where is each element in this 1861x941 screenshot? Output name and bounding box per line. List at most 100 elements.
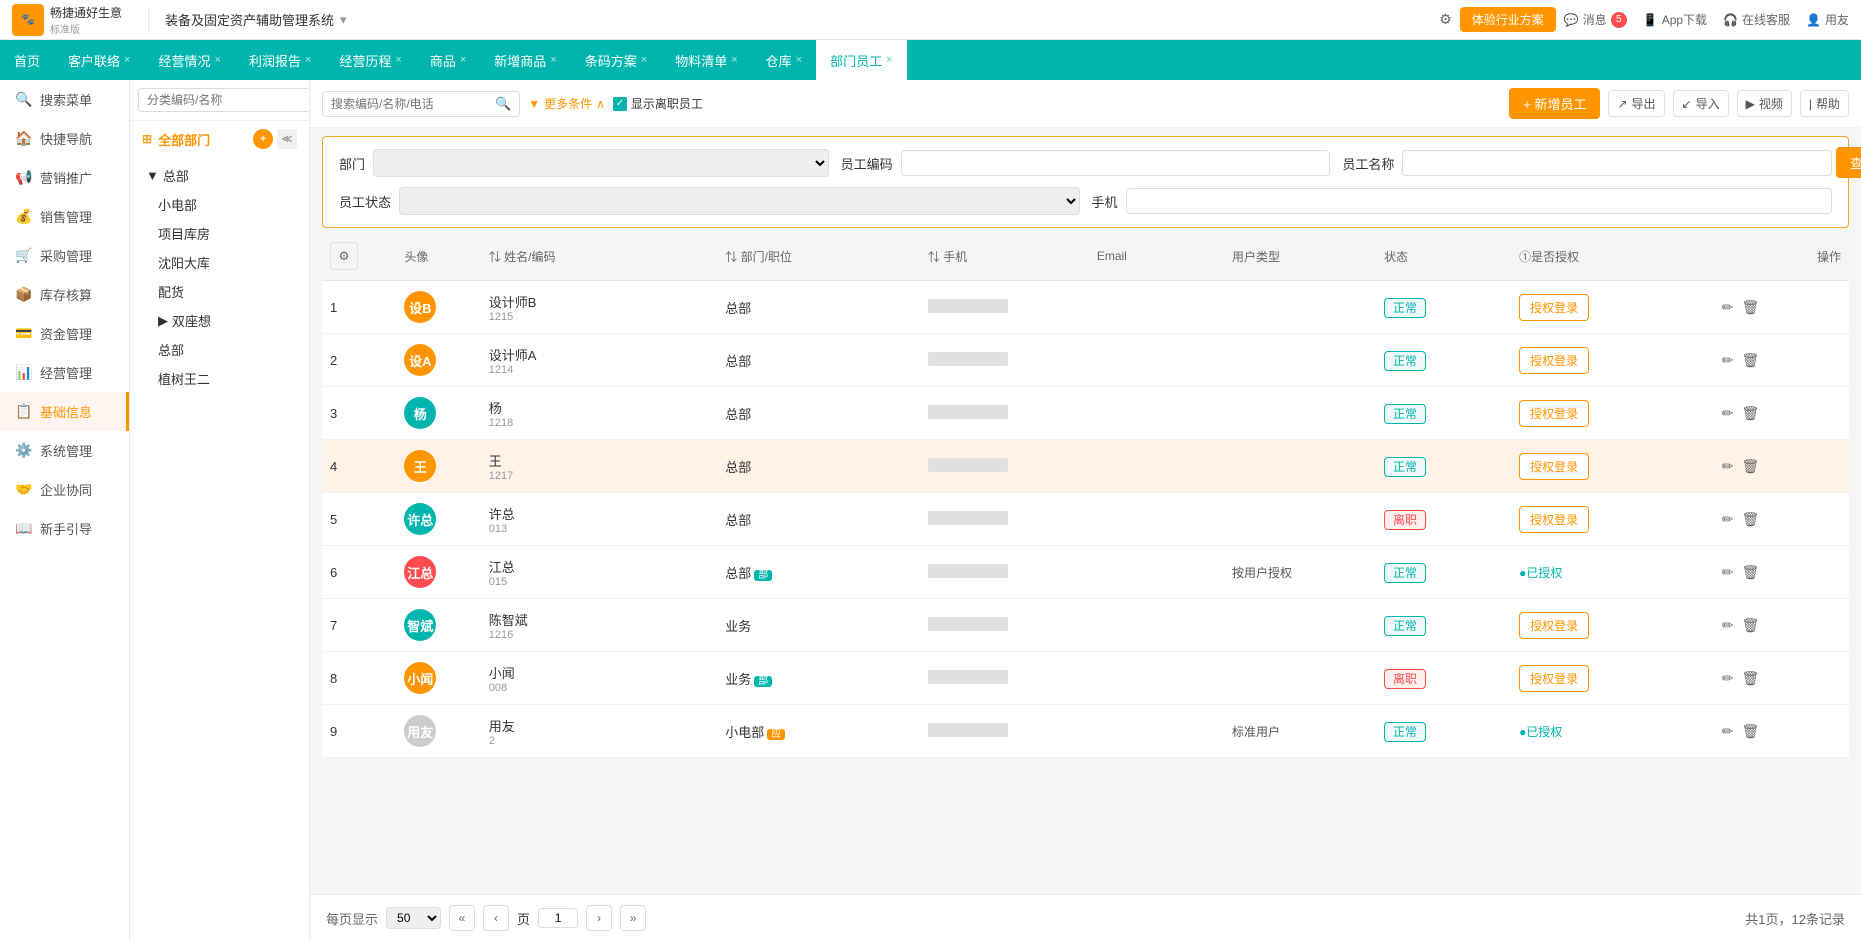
status-filter-select[interactable] bbox=[399, 187, 1079, 215]
online-service-button[interactable]: 🎧 在线客服 bbox=[1723, 11, 1790, 28]
sidebar-item-guide[interactable]: 📖 新手引导 bbox=[0, 509, 129, 548]
dept-node-distribution[interactable]: 配货 bbox=[130, 277, 309, 306]
tab-warehouse[interactable]: 仓库× bbox=[752, 40, 816, 80]
prev-page-button[interactable]: ‹ bbox=[483, 905, 509, 931]
auth-login-button[interactable]: 授权登录 bbox=[1519, 506, 1589, 533]
auth-login-button[interactable]: 授权登录 bbox=[1519, 294, 1589, 321]
auth-login-button[interactable]: 授权登录 bbox=[1519, 612, 1589, 639]
tab-employee[interactable]: 部门员工× bbox=[816, 40, 906, 80]
show-resign-toggle[interactable]: ✓ 显示离职员工 bbox=[613, 95, 703, 112]
emp-name-input[interactable] bbox=[1402, 150, 1832, 176]
sidebar-item-search[interactable]: 🔍 搜索菜单 bbox=[0, 80, 129, 119]
tab-profit[interactable]: 利润报告× bbox=[235, 40, 325, 80]
sidebar-item-sales[interactable]: 💰 销售管理 bbox=[0, 197, 129, 236]
help-button[interactable]: | 帮助 bbox=[1800, 90, 1849, 117]
tab-home[interactable]: 首页 bbox=[0, 40, 54, 80]
column-settings-button[interactable]: ⚙ bbox=[330, 242, 358, 270]
dept-node-headquarters[interactable]: 总部 bbox=[130, 335, 309, 364]
user-menu-button[interactable]: 👤 用友 bbox=[1806, 11, 1849, 28]
tab-close[interactable]: × bbox=[550, 54, 556, 66]
settings-icon[interactable]: ⚙ bbox=[1439, 11, 1452, 28]
app-download-button[interactable]: 📱 App下载 bbox=[1643, 11, 1707, 28]
more-filter-button[interactable]: ▼ 更多条件 ∧ bbox=[528, 95, 605, 112]
tab-history[interactable]: 经营历程× bbox=[325, 40, 415, 80]
col-name-header[interactable]: ⇅ 姓名/编码 bbox=[481, 232, 717, 281]
dept-filter-select[interactable] bbox=[373, 149, 829, 177]
tab-add-goods[interactable]: 新增商品× bbox=[480, 40, 570, 80]
tab-close[interactable]: × bbox=[886, 54, 892, 66]
page-number-input[interactable] bbox=[538, 908, 578, 928]
dept-node-root[interactable]: ▼ 总部 bbox=[130, 161, 309, 190]
sidebar-item-basic[interactable]: 📋 基础信息 bbox=[0, 392, 129, 431]
edit-button[interactable]: ✏ bbox=[1722, 511, 1734, 528]
sidebar-item-management[interactable]: 📊 经营管理 bbox=[0, 353, 129, 392]
delete-button[interactable]: 🗑 bbox=[1742, 511, 1760, 528]
delete-button[interactable]: 🗑 bbox=[1742, 299, 1760, 316]
search-icon[interactable]: 🔍 bbox=[495, 96, 511, 112]
first-page-button[interactable]: « bbox=[449, 905, 475, 931]
phone-input[interactable] bbox=[1126, 188, 1832, 214]
tab-goods[interactable]: 商品× bbox=[416, 40, 480, 80]
tab-close[interactable]: × bbox=[731, 54, 737, 66]
dept-node-xiaodian[interactable]: 小电部 bbox=[130, 190, 309, 219]
next-page-button[interactable]: › bbox=[586, 905, 612, 931]
tab-close[interactable]: × bbox=[641, 54, 647, 66]
messages-button[interactable]: 💬 消息 5 bbox=[1564, 11, 1627, 28]
dept-search-input[interactable] bbox=[138, 88, 310, 112]
edit-button[interactable]: ✏ bbox=[1722, 458, 1734, 475]
delete-button[interactable]: 🗑 bbox=[1742, 617, 1760, 634]
system-dropdown-icon[interactable]: ▾ bbox=[340, 12, 347, 28]
delete-button[interactable]: 🗑 bbox=[1742, 458, 1760, 475]
auth-login-button[interactable]: 授权登录 bbox=[1519, 453, 1589, 480]
sidebar-item-system[interactable]: ⚙️ 系统管理 bbox=[0, 431, 129, 470]
dept-node-project[interactable]: 项目库房 bbox=[130, 219, 309, 248]
delete-button[interactable]: 🗑 bbox=[1742, 564, 1760, 581]
delete-button[interactable]: 🗑 bbox=[1742, 723, 1760, 740]
tab-close[interactable]: × bbox=[214, 54, 220, 66]
tab-close[interactable]: × bbox=[796, 54, 802, 66]
col-phone-header[interactable]: ⇅ 手机 bbox=[920, 232, 1089, 281]
edit-button[interactable]: ✏ bbox=[1722, 670, 1734, 687]
dept-node-shuangzuo[interactable]: ▶ 双座想 bbox=[130, 306, 309, 335]
sidebar-item-collab[interactable]: 🤝 企业协同 bbox=[0, 470, 129, 509]
collapse-dept-button[interactable]: ≪ bbox=[277, 129, 297, 149]
video-button[interactable]: ▶ 视频 bbox=[1737, 90, 1792, 117]
query-button[interactable]: 查询 bbox=[1836, 147, 1861, 178]
search-input[interactable] bbox=[331, 97, 491, 111]
delete-button[interactable]: 🗑 bbox=[1742, 352, 1760, 369]
dept-node-zhishu[interactable]: 植树王二 bbox=[130, 364, 309, 393]
edit-button[interactable]: ✏ bbox=[1722, 723, 1734, 740]
export-button[interactable]: ↗ 导出 bbox=[1608, 90, 1664, 117]
import-button[interactable]: ↙ 导入 bbox=[1673, 90, 1729, 117]
edit-button[interactable]: ✏ bbox=[1722, 564, 1734, 581]
last-page-button[interactable]: » bbox=[620, 905, 646, 931]
tab-barcode[interactable]: 条码方案× bbox=[571, 40, 661, 80]
tab-operation[interactable]: 经营情况× bbox=[144, 40, 234, 80]
tab-close[interactable]: × bbox=[305, 54, 311, 66]
sidebar-item-inventory[interactable]: 📦 库存核算 bbox=[0, 275, 129, 314]
delete-button[interactable]: 🗑 bbox=[1742, 670, 1760, 687]
delete-button[interactable]: 🗑 bbox=[1742, 405, 1760, 422]
auth-login-button[interactable]: 授权登录 bbox=[1519, 347, 1589, 374]
sidebar-item-quicknav[interactable]: 🏠 快捷导航 bbox=[0, 119, 129, 158]
all-dept-label[interactable]: 全部部门 bbox=[158, 130, 210, 149]
tab-customer[interactable]: 客户联络× bbox=[54, 40, 144, 80]
edit-button[interactable]: ✏ bbox=[1722, 405, 1734, 422]
emp-code-input[interactable] bbox=[901, 150, 1331, 176]
tab-bom[interactable]: 物料清单× bbox=[661, 40, 751, 80]
trial-button[interactable]: 体验行业方案 bbox=[1460, 7, 1556, 32]
page-size-select[interactable]: 50 20 100 bbox=[386, 907, 441, 929]
sidebar-item-finance[interactable]: 💳 资金管理 bbox=[0, 314, 129, 353]
auth-login-button[interactable]: 授权登录 bbox=[1519, 400, 1589, 427]
add-employee-button[interactable]: + 新增员工 bbox=[1509, 88, 1600, 119]
tab-close[interactable]: × bbox=[395, 54, 401, 66]
edit-button[interactable]: ✏ bbox=[1722, 617, 1734, 634]
edit-button[interactable]: ✏ bbox=[1722, 299, 1734, 316]
sidebar-item-marketing[interactable]: 📢 营销推广 bbox=[0, 158, 129, 197]
sidebar-item-purchase[interactable]: 🛒 采购管理 bbox=[0, 236, 129, 275]
col-dept-header[interactable]: ⇅ 部门/职位 bbox=[717, 232, 920, 281]
tab-close[interactable]: × bbox=[460, 54, 466, 66]
tab-close[interactable]: × bbox=[124, 54, 130, 66]
add-dept-button[interactable]: + bbox=[253, 129, 273, 149]
edit-button[interactable]: ✏ bbox=[1722, 352, 1734, 369]
